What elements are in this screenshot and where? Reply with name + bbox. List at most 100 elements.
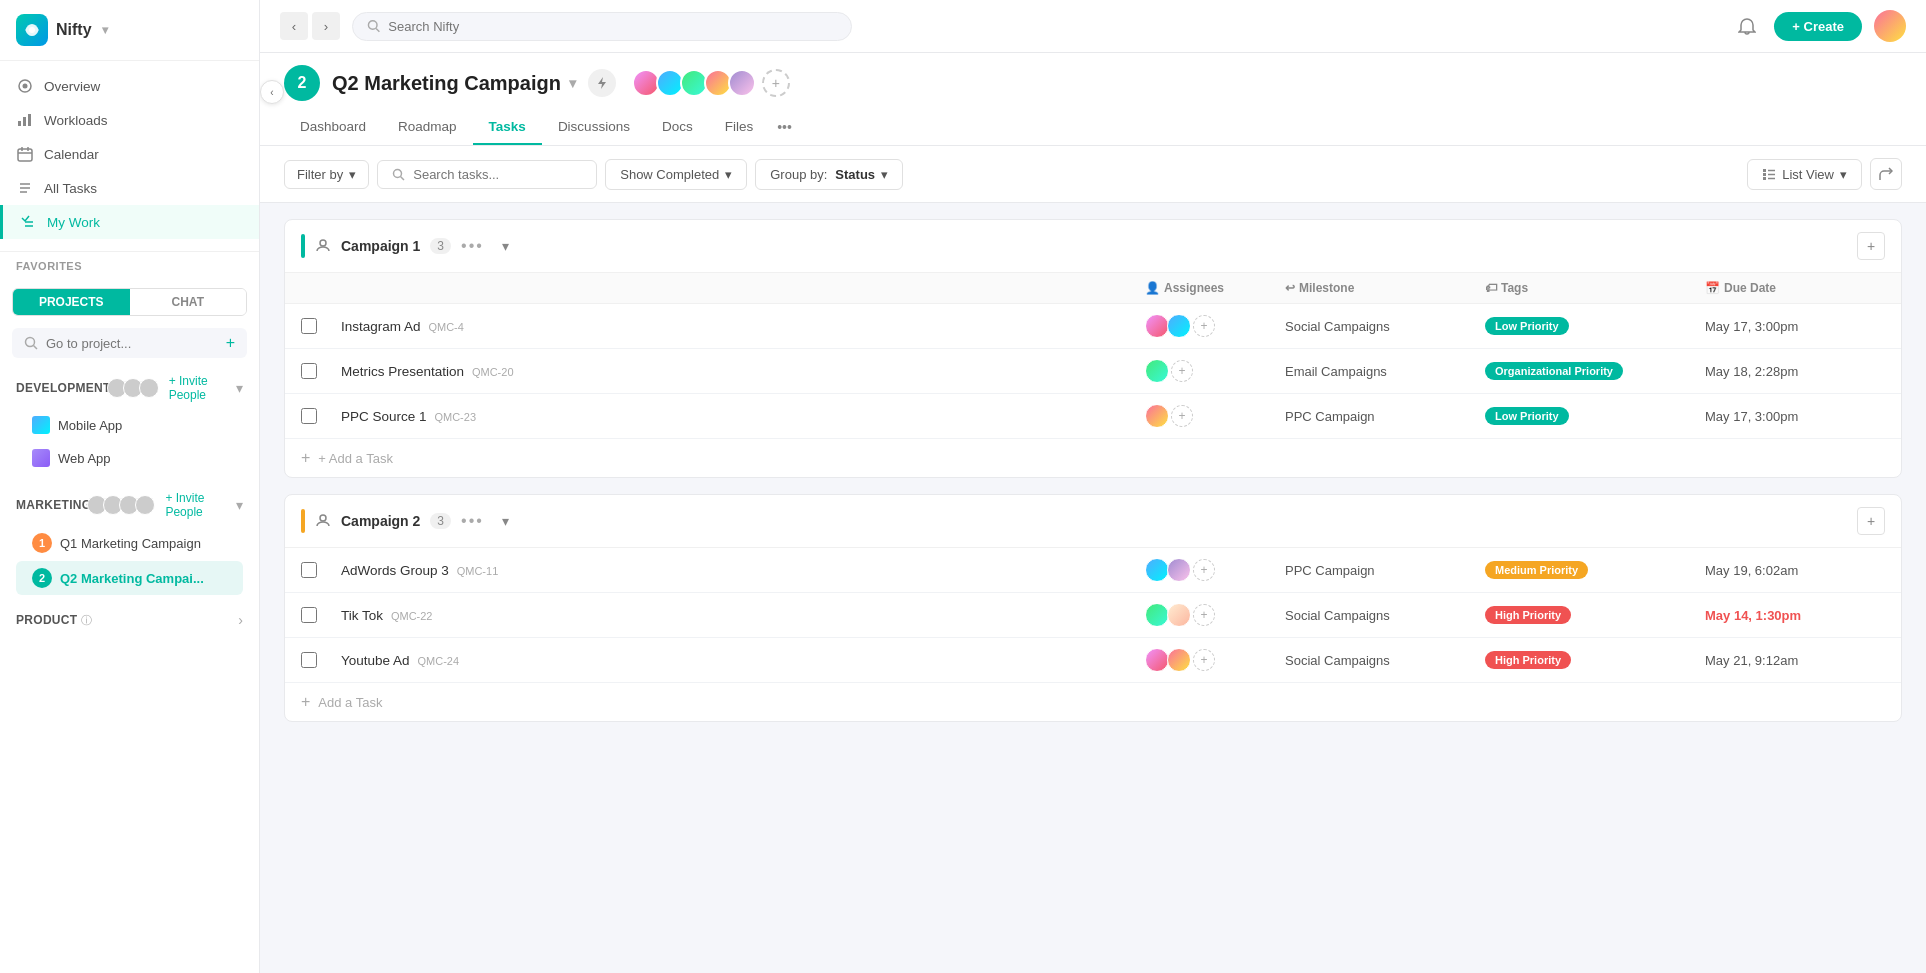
assignees-icon: 👤 [1145,281,1160,295]
table-row[interactable]: Youtube Ad QMC-24 + Social Campaigns Hig… [285,638,1901,683]
avatar [139,378,159,398]
table-row[interactable]: PPC Source 1 QMC-23 + PPC Campaign Low P… [285,394,1901,439]
svg-rect-21 [1763,169,1766,172]
marketing-avatars [91,495,155,515]
show-completed-button[interactable]: Show Completed ▾ [605,159,747,190]
sidebar-item-my-work[interactable]: My Work [0,205,259,239]
project-item-q1-marketing[interactable]: 1 Q1 Marketing Campaign [16,526,243,560]
table-row[interactable]: AdWords Group 3 QMC-11 + PPC Campaign Me… [285,548,1901,593]
product-group-header[interactable]: PRODUCT ⓘ › [12,606,247,634]
project-item-web-app[interactable]: Web App [16,442,243,474]
sidebar-toggle-button[interactable]: ‹ [260,80,284,104]
group-icon [315,238,331,254]
campaign-1-group: Campaign 1 3 ••• ▾ + 👤 Assignees [284,219,1902,478]
campaign-1-name: Campaign 1 [341,238,420,254]
milestone-cell: Social Campaigns [1285,319,1485,334]
tab-docs[interactable]: Docs [646,111,709,145]
campaign-2-add-button[interactable]: + [1857,507,1885,535]
tag-badge: Low Priority [1485,317,1569,335]
sidebar-item-calendar[interactable]: Calendar [0,137,259,171]
share-button[interactable] [1870,158,1902,190]
sidebar-item-overview[interactable]: Overview [0,69,259,103]
table-header: 👤 Assignees ↩ Milestone 🏷 Tags 📅 Due Dat… [285,273,1901,304]
task-checkbox[interactable] [301,607,317,623]
search-tasks-input[interactable] [413,167,581,182]
add-member-button[interactable]: + [762,69,790,97]
chat-tab[interactable]: CHAT [130,289,247,315]
app-logo[interactable]: Nifty ▾ [16,14,108,46]
group-by-button[interactable]: Group by: Status ▾ [755,159,903,190]
marketing-chevron-icon[interactable]: ▾ [236,497,243,513]
development-chevron-icon[interactable]: ▾ [236,380,243,396]
task-checkbox[interactable] [301,363,317,379]
task-checkbox[interactable] [301,318,317,334]
development-avatars [111,378,159,398]
development-invite-people[interactable]: + Invite People [169,374,228,402]
task-checkbox[interactable] [301,652,317,668]
campaign-1-add-task-row[interactable]: + + Add a Task [285,439,1901,477]
forward-button[interactable]: › [312,12,340,40]
milestone-cell: PPC Campaign [1285,563,1485,578]
product-chevron-icon[interactable]: › [238,612,243,628]
development-group-header[interactable]: DEVELOPMENT + Invite People ▾ [12,368,247,408]
marketing-group-header[interactable]: MARKETING + Invite People ▾ [12,485,247,525]
sidebar-item-all-tasks[interactable]: All Tasks [0,171,259,205]
project-dropdown-icon[interactable]: ▾ [569,75,576,91]
project-search-input[interactable] [46,336,218,351]
create-button[interactable]: + Create [1774,12,1862,41]
tab-tasks[interactable]: Tasks [473,111,542,145]
project-item-mobile-app[interactable]: Mobile App [16,409,243,441]
add-assignee-button[interactable]: + [1193,559,1215,581]
campaign-1-add-button[interactable]: + [1857,232,1885,260]
add-assignee-button[interactable]: + [1193,604,1215,626]
tag-cell: Medium Priority [1485,561,1705,579]
project-number: 2 [284,65,320,101]
search-tasks-bar [377,160,597,189]
campaign-2-add-task-row[interactable]: + Add a Task [285,683,1901,721]
add-assignee-button[interactable]: + [1193,315,1215,337]
due-date-cell: May 19, 6:02am [1705,563,1885,578]
back-button[interactable]: ‹ [280,12,308,40]
task-checkbox[interactable] [301,408,317,424]
more-tabs-button[interactable]: ••• [769,111,800,145]
favorites-label[interactable]: FAVORITES [16,260,243,272]
tab-roadmap[interactable]: Roadmap [382,111,473,145]
tag-cell: Low Priority [1485,317,1705,335]
svg-rect-4 [23,117,26,126]
assignee-avatar [1145,404,1169,428]
add-assignee-button[interactable]: + [1193,649,1215,671]
list-view-button[interactable]: List View ▾ [1747,159,1862,190]
task-checkbox[interactable] [301,562,317,578]
campaign-1-chevron-icon[interactable]: ▾ [502,238,509,254]
marketing-invite-people[interactable]: + Invite People [165,491,228,519]
campaign-1-options-button[interactable]: ••• [461,237,484,255]
campaign-2-options-button[interactable]: ••• [461,512,484,530]
tags-icon: 🏷 [1485,281,1497,295]
tab-files[interactable]: Files [709,111,770,145]
filter-button[interactable]: Filter by ▾ [284,160,369,189]
table-row[interactable]: Tik Tok QMC-22 + Social Campaigns High P… [285,593,1901,638]
my-work-label: My Work [47,215,100,230]
table-row[interactable]: Metrics Presentation QMC-20 + Email Camp… [285,349,1901,394]
table-row[interactable]: Instagram Ad QMC-4 + Social Campaigns Lo… [285,304,1901,349]
tab-dashboard[interactable]: Dashboard [284,111,382,145]
projects-tab[interactable]: PROJECTS [13,289,130,315]
group-by-value: Status [835,167,875,182]
user-avatar[interactable] [1874,10,1906,42]
lightning-button[interactable] [588,69,616,97]
notification-icon[interactable] [1732,11,1762,41]
campaign-2-chevron-icon[interactable]: ▾ [502,513,509,529]
project-item-q2-marketing[interactable]: 2 Q2 Marketing Campai... [16,561,243,595]
global-search-input[interactable] [388,19,837,34]
app-dropdown-icon[interactable]: ▾ [102,23,108,37]
due-date-cell: May 17, 3:00pm [1705,319,1885,334]
add-assignee-button[interactable]: + [1171,360,1193,382]
add-project-icon[interactable]: + [226,334,235,352]
search-icon [24,336,38,350]
tab-discussions[interactable]: Discussions [542,111,646,145]
product-group: PRODUCT ⓘ › [0,600,259,638]
assignee-avatar [1167,558,1191,582]
web-app-label: Web App [58,451,111,466]
sidebar-item-workloads[interactable]: Workloads [0,103,259,137]
add-assignee-button[interactable]: + [1171,405,1193,427]
